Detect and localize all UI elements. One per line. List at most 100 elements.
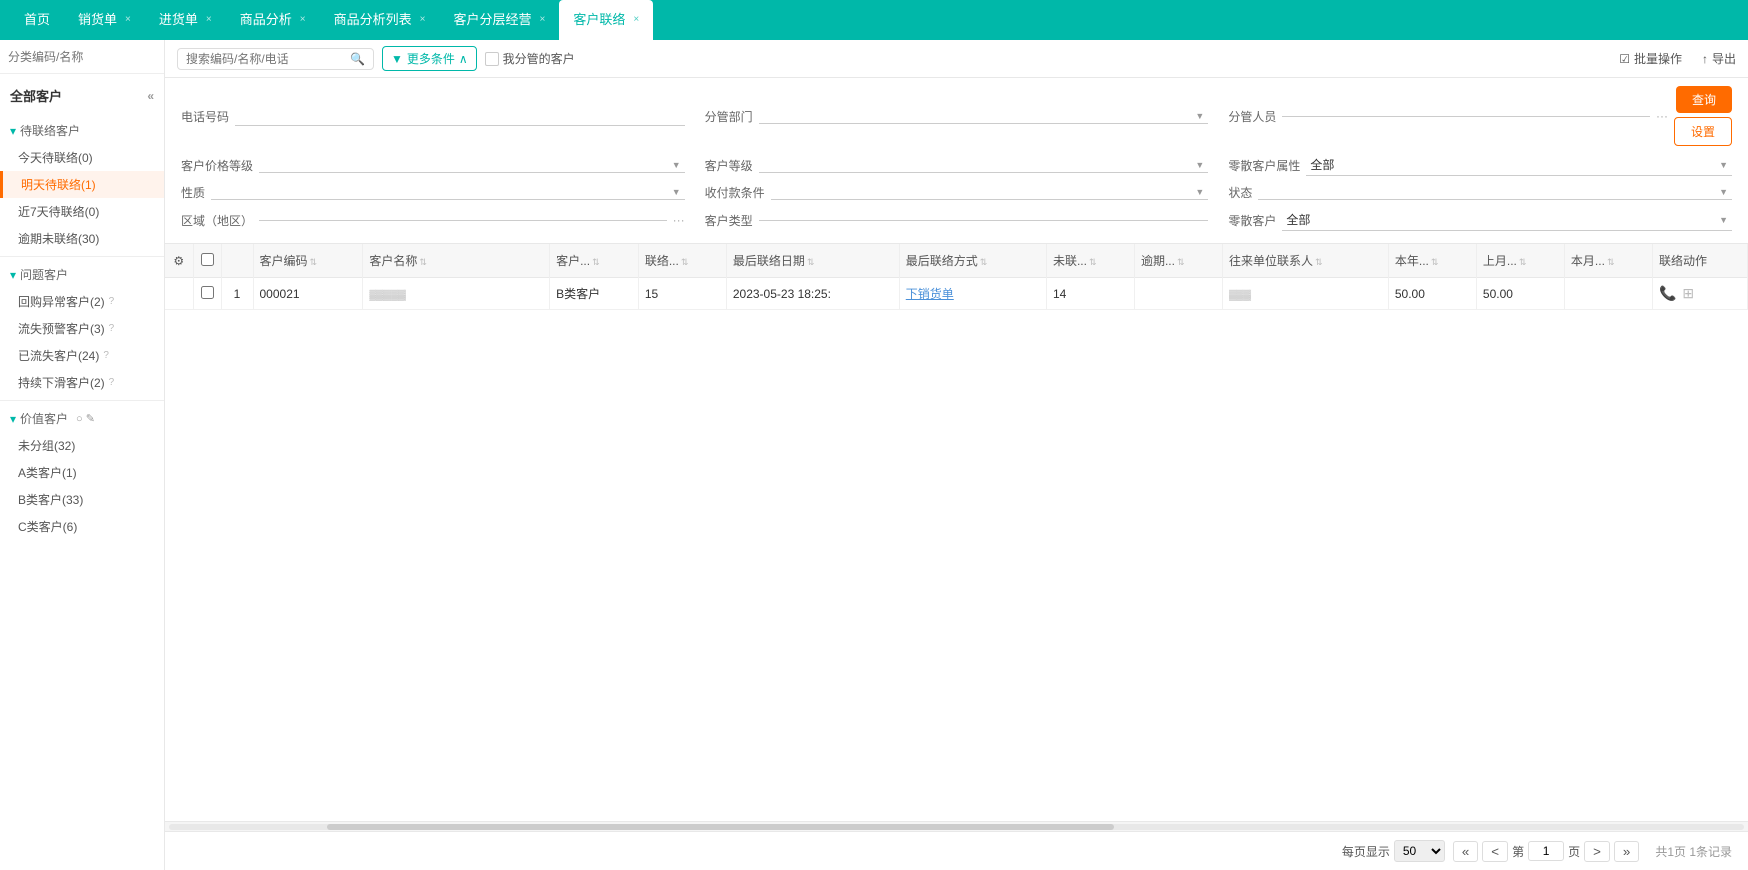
td-action: 📞 ⊞ <box>1652 278 1747 310</box>
sidebar-item-7days-pending[interactable]: 近7天待联络(0) <box>0 198 164 225</box>
th-code[interactable]: 客户编码⇅ <box>253 244 363 278</box>
filter-retail-customer: 零散客户 全部 ▼ <box>1228 209 1732 231</box>
th-type[interactable]: 客户...⇅ <box>550 244 639 278</box>
filter-search-input[interactable] <box>186 52 346 66</box>
th-last-month[interactable]: 上月...⇅ <box>1476 244 1564 278</box>
query-button[interactable]: 查询 <box>1676 86 1732 113</box>
last-page-button[interactable]: » <box>1614 841 1639 862</box>
close-customer-contact-icon[interactable]: × <box>633 0 639 40</box>
data-table-area: ⚙ 客户编码⇅ 客户名称⇅ 客户...⇅ 联络...⇅ 最后联络日期⇅ 最后联络… <box>165 244 1748 821</box>
horizontal-scrollbar[interactable] <box>165 821 1748 831</box>
th-name[interactable]: 客户名称⇅ <box>363 244 550 278</box>
filter-price-level-select[interactable]: ▼ <box>259 158 685 173</box>
sidebar-divider-1 <box>0 256 164 257</box>
td-num: 1 <box>221 278 253 310</box>
nav-customer-tier[interactable]: 客户分层经营 × <box>439 0 559 40</box>
status-arrow-icon: ▼ <box>1719 187 1728 197</box>
close-purchase-icon[interactable]: × <box>206 0 212 40</box>
close-sales-icon[interactable]: × <box>125 0 131 40</box>
sidebar-value-group[interactable]: 价值客户 ○ ✎ <box>0 405 164 432</box>
sidebar-all-section: 全部客户 « <box>0 74 164 117</box>
filter-dept: 分管部门 ▼ <box>705 108 1209 125</box>
sidebar-item-today-pending[interactable]: 今天待联络(0) <box>0 144 164 171</box>
th-this-year[interactable]: 本年...⇅ <box>1388 244 1476 278</box>
td-type: B类客户 <box>550 278 639 310</box>
th-this-month[interactable]: 本月...⇅ <box>1564 244 1652 278</box>
th-no-contact[interactable]: 未联...⇅ <box>1046 244 1134 278</box>
td-name: ▓▓▓▓▓ <box>363 278 550 310</box>
filter-search-icon[interactable]: 🔍 <box>350 52 365 66</box>
sidebar-search-input[interactable] <box>8 50 163 64</box>
current-page-input[interactable] <box>1528 841 1564 861</box>
sidebar-collapse-icon[interactable]: « <box>147 89 154 103</box>
nav-product-analysis-list[interactable]: 商品分析列表 × <box>320 0 440 40</box>
filter-status-select[interactable]: ▼ <box>1258 185 1732 200</box>
scroll-thumb[interactable] <box>327 824 1115 830</box>
action-icons: 📞 ⊞ <box>1659 285 1741 302</box>
td-check[interactable] <box>193 278 221 310</box>
td-last-method[interactable]: 下销货单 <box>899 278 1046 310</box>
td-last-date: 2023-05-23 18:25: <box>726 278 899 310</box>
close-customer-tier-icon[interactable]: × <box>539 0 545 40</box>
this-year-sort-icon: ⇅ <box>1431 257 1439 267</box>
manager-dots[interactable]: ··· <box>1656 109 1668 123</box>
filter-payment-select[interactable]: ▼ <box>771 185 1209 200</box>
action-phone-icon[interactable]: 📞 <box>1659 285 1676 302</box>
first-page-button[interactable]: « <box>1453 841 1478 862</box>
sidebar-pending-group[interactable]: 待联络客户 <box>0 117 164 144</box>
sidebar-item-tomorrow-pending[interactable]: 明天待联络(1) <box>0 171 164 198</box>
row-checkbox[interactable] <box>201 286 214 299</box>
sidebar-divider-2 <box>0 400 164 401</box>
sidebar-item-class-a[interactable]: A类客户(1) <box>0 459 164 486</box>
filter-retail-attr-select[interactable]: 全部 ▼ <box>1306 154 1732 176</box>
last-method-link[interactable]: 下销货单 <box>906 287 954 301</box>
batch-ops-button[interactable]: ☑ 批量操作 <box>1619 50 1682 67</box>
customer-table: ⚙ 客户编码⇅ 客户名称⇅ 客户...⇅ 联络...⇅ 最后联络日期⇅ 最后联络… <box>165 244 1748 310</box>
sidebar-item-class-c[interactable]: C类客户(6) <box>0 513 164 540</box>
sidebar-all-customers[interactable]: 全部客户 « <box>0 80 164 111</box>
close-product-analysis-icon[interactable]: × <box>300 0 306 40</box>
action-grid-icon[interactable]: ⊞ <box>1682 285 1694 302</box>
filter-dept-select[interactable]: ▼ <box>759 109 1209 124</box>
th-overdue[interactable]: 逾期...⇅ <box>1134 244 1222 278</box>
filter-customer-level-select[interactable]: ▼ <box>759 158 1209 173</box>
sidebar-item-class-b[interactable]: B类客户(33) <box>0 486 164 513</box>
close-product-analysis-list-icon[interactable]: × <box>420 0 426 40</box>
nav-home[interactable]: 首页 <box>10 0 64 40</box>
td-settings <box>165 278 193 310</box>
filter-retail-customer-select[interactable]: 全部 ▼ <box>1282 209 1732 231</box>
page-size-select[interactable]: 50 100 200 <box>1394 840 1445 862</box>
th-contact[interactable]: 联络...⇅ <box>638 244 726 278</box>
sidebar-item-abnormal-repurchase[interactable]: 回购异常客户(2) ? <box>0 288 164 315</box>
nav-customer-contact[interactable]: 客户联络 × <box>559 0 653 40</box>
next-page-button[interactable]: > <box>1584 841 1610 862</box>
region-dots[interactable]: ··· <box>673 213 685 227</box>
settings-icon[interactable]: ⚙ <box>173 254 184 268</box>
sidebar-item-overdue-pending[interactable]: 逾期未联络(30) <box>0 225 164 252</box>
prev-page-button[interactable]: < <box>1482 841 1508 862</box>
filter-phone-input[interactable] <box>235 107 685 126</box>
sidebar-problem-group[interactable]: 问题客户 <box>0 261 164 288</box>
sidebar-item-ungrouped[interactable]: 未分组(32) <box>0 432 164 459</box>
th-last-contact-date[interactable]: 最后联络日期⇅ <box>726 244 899 278</box>
nav-purchase[interactable]: 进货单 × <box>145 0 226 40</box>
sidebar-item-churned[interactable]: 已流失客户(24) ? <box>0 342 164 369</box>
nav-sales[interactable]: 销货单 × <box>64 0 145 40</box>
sidebar-item-declining[interactable]: 持续下滑客户(2) ? <box>0 369 164 396</box>
th-unit-contact[interactable]: 往来单位联系人⇅ <box>1223 244 1389 278</box>
filter-nature-select[interactable]: ▼ <box>211 185 685 200</box>
retail-attr-arrow-icon: ▼ <box>1719 160 1728 170</box>
th-check[interactable] <box>193 244 221 278</box>
price-level-arrow-icon: ▼ <box>672 160 681 170</box>
th-last-contact-method[interactable]: 最后联络方式⇅ <box>899 244 1046 278</box>
set-button[interactable]: 设置 <box>1674 117 1732 146</box>
select-all-checkbox[interactable] <box>201 253 214 266</box>
th-settings[interactable]: ⚙ <box>165 244 193 278</box>
nav-product-analysis[interactable]: 商品分析 × <box>226 0 320 40</box>
sidebar-item-churn-warning[interactable]: 流失预警客户(3) ? <box>0 315 164 342</box>
my-customers-checkbox-area[interactable]: 我分管的客户 <box>485 50 575 67</box>
last-method-sort-icon: ⇅ <box>980 257 988 267</box>
my-customers-checkbox[interactable] <box>485 52 499 66</box>
export-button[interactable]: ↑ 导出 <box>1702 50 1736 67</box>
more-filters-button[interactable]: ▼ 更多条件 ∧ <box>382 46 477 71</box>
